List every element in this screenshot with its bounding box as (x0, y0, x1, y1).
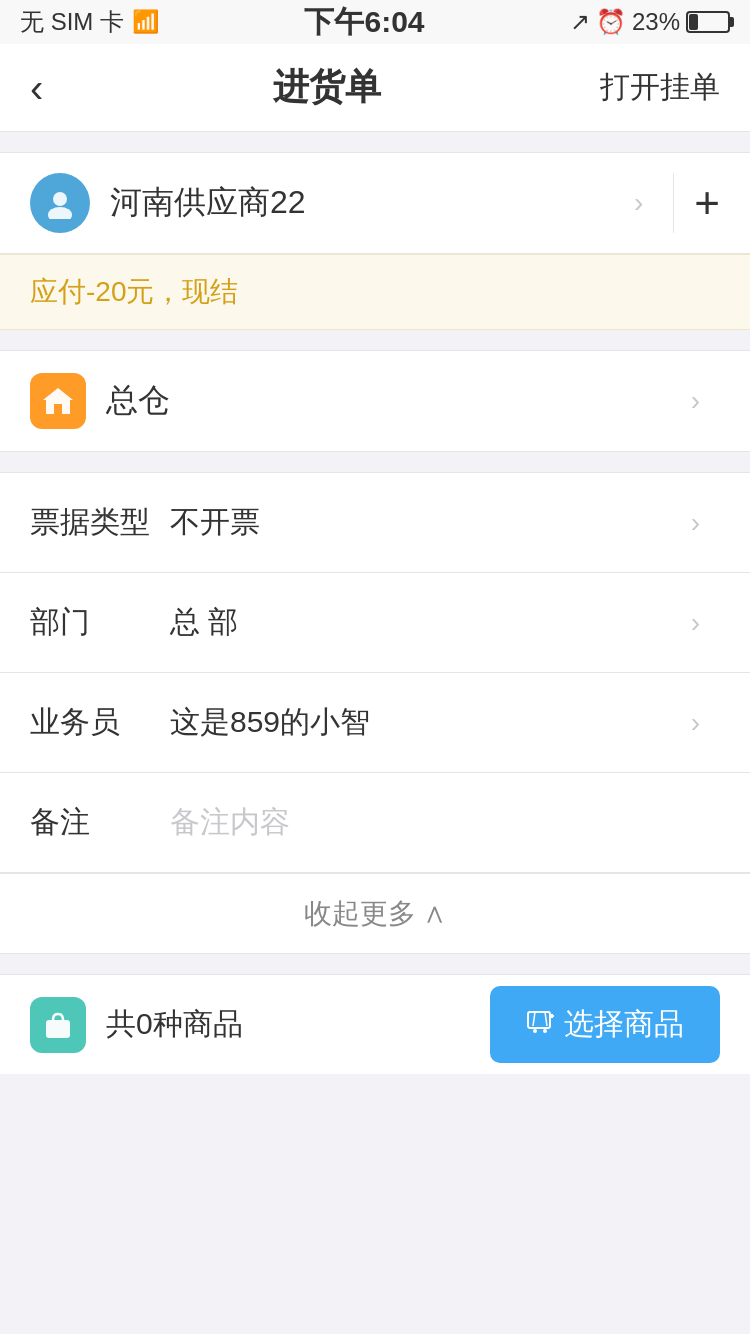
svg-rect-5 (46, 1020, 70, 1038)
gap2 (0, 330, 750, 350)
svg-point-1 (48, 207, 72, 219)
svg-line-8 (545, 1012, 547, 1026)
open-pending-button[interactable]: 打开挂单 (600, 67, 720, 108)
department-value: 总 部 (150, 602, 691, 643)
supplier-row[interactable]: 河南供应商22 › + (0, 153, 750, 253)
svg-marker-2 (43, 388, 73, 400)
status-right: ↗ ⏰ 23% (570, 8, 730, 36)
svg-point-10 (543, 1029, 547, 1033)
status-bar: 无 SIM 卡 📶 下午6:04 ↗ ⏰ 23% (0, 0, 750, 44)
status-time: 下午6:04 (304, 2, 424, 43)
status-left: 无 SIM 卡 📶 (20, 6, 159, 38)
collapse-label: 收起更多 ∧ (304, 895, 447, 933)
user-icon (44, 187, 76, 219)
svg-rect-4 (54, 404, 62, 414)
product-count-label: 共0种商品 (106, 1004, 490, 1045)
warehouse-section: 总仓 › (0, 350, 750, 452)
battery-percent: 23% (632, 8, 680, 36)
collapse-button[interactable]: 收起更多 ∧ (0, 873, 750, 953)
salesperson-label: 业务员 (30, 702, 150, 743)
alarm-icon: ⏰ (596, 8, 626, 36)
warehouse-chevron-icon: › (691, 385, 700, 417)
wifi-icon: 📶 (132, 9, 159, 35)
form-section: 票据类型 不开票 › 部门 总 部 › 业务员 这是859的小智 › 备注 备注… (0, 472, 750, 954)
select-product-button[interactable]: 选择商品 (490, 986, 720, 1063)
invoice-type-label: 票据类型 (30, 502, 150, 543)
cart-svg (526, 1008, 554, 1034)
nav-bar: ‹ 进货单 打开挂单 (0, 44, 750, 132)
cart-icon (526, 1008, 554, 1041)
notice-banner: 应付-20元，现结 (0, 254, 750, 330)
invoice-type-row[interactable]: 票据类型 不开票 › (0, 473, 750, 573)
salesperson-chevron-icon: › (691, 707, 700, 739)
gap3 (0, 452, 750, 472)
house-icon (41, 386, 75, 416)
remarks-input[interactable]: 备注内容 (150, 802, 720, 843)
warehouse-icon (30, 373, 86, 429)
warehouse-row[interactable]: 总仓 › (0, 351, 750, 451)
remarks-label: 备注 (30, 802, 150, 843)
product-bar: 共0种商品 选择商品 (0, 974, 750, 1074)
svg-line-7 (533, 1012, 535, 1026)
department-chevron-icon: › (691, 607, 700, 639)
invoice-type-value: 不开票 (150, 502, 691, 543)
divider (673, 173, 674, 233)
supplier-chevron-icon: › (634, 187, 643, 219)
location-icon: ↗ (570, 8, 590, 36)
department-label: 部门 (30, 602, 150, 643)
supplier-section: 河南供应商22 › + (0, 152, 750, 254)
gap1 (0, 132, 750, 152)
supplier-avatar (30, 173, 90, 233)
carrier-label: 无 SIM 卡 (20, 6, 124, 38)
bottom-fill (0, 1074, 750, 1334)
notice-text: 应付-20元，现结 (30, 276, 238, 307)
svg-point-9 (533, 1029, 537, 1033)
remarks-row[interactable]: 备注 备注内容 (0, 773, 750, 873)
bag-icon (41, 1010, 75, 1040)
department-row[interactable]: 部门 总 部 › (0, 573, 750, 673)
back-button[interactable]: ‹ (30, 58, 53, 118)
salesperson-value: 这是859的小智 (150, 702, 691, 743)
svg-point-0 (53, 192, 67, 206)
supplier-name: 河南供应商22 (110, 181, 634, 225)
warehouse-name: 总仓 (106, 379, 691, 423)
page-title: 进货单 (273, 63, 381, 112)
salesperson-row[interactable]: 业务员 这是859的小智 › (0, 673, 750, 773)
invoice-type-chevron-icon: › (691, 507, 700, 539)
product-icon (30, 997, 86, 1053)
add-supplier-button[interactable]: + (694, 181, 720, 225)
battery-icon (686, 11, 730, 33)
select-product-label: 选择商品 (564, 1004, 684, 1045)
